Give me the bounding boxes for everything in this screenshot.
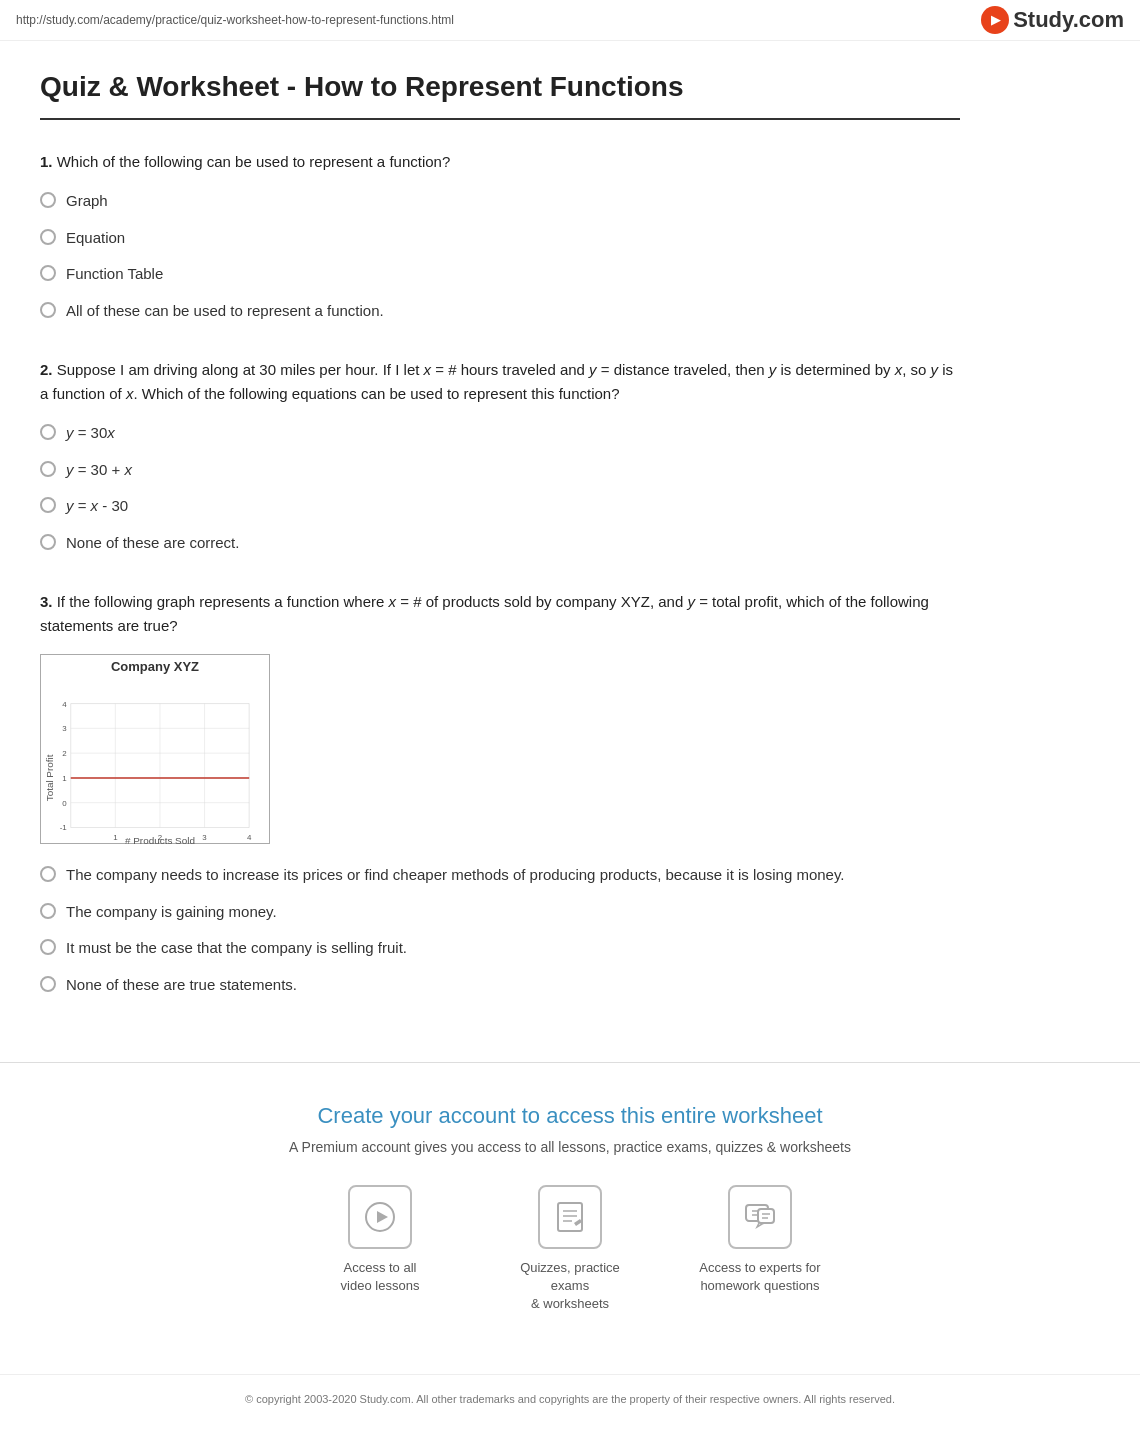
option-label: y = x - 30 [66,495,128,518]
question-2-option-4[interactable]: None of these are correct. [40,532,960,555]
svg-text:0: 0 [62,799,67,808]
option-label: Graph [66,190,108,213]
experts-icon [728,1185,792,1249]
question-1-option-4[interactable]: All of these can be used to represent a … [40,300,960,323]
logo[interactable]: ▶ Study.com [981,6,1124,34]
feature-label: Quizzes, practice exams& worksheets [505,1259,635,1314]
question-3-text: 3. If the following graph represents a f… [40,590,960,638]
radio-2-4[interactable] [40,534,56,550]
radio-3-2[interactable] [40,903,56,919]
radio-3-3[interactable] [40,939,56,955]
feature-video: Access to allvideo lessons [315,1185,445,1314]
graph-container: Company XYZ Total Profit [40,654,270,844]
option-label: The company is gaining money. [66,901,277,924]
option-label: Function Table [66,263,163,286]
question-1-option-2[interactable]: Equation [40,227,960,250]
feature-experts: Access to experts forhomework questions [695,1185,825,1314]
question-2-option-3[interactable]: y = x - 30 [40,495,960,518]
question-3: 3. If the following graph represents a f… [40,590,960,996]
question-1-option-1[interactable]: Graph [40,190,960,213]
radio-2-3[interactable] [40,497,56,513]
main-content: Quiz & Worksheet - How to Represent Func… [0,41,1000,1062]
option-label: y = 30x [66,422,115,445]
feature-quizzes: Quizzes, practice exams& worksheets [505,1185,635,1314]
option-label: None of these are true statements. [66,974,297,997]
option-label: The company needs to increase its prices… [66,864,844,887]
svg-marker-23 [377,1211,388,1223]
features-row: Access to allvideo lessons Quizzes, prac… [20,1185,1120,1314]
cta-title: Create your account to access this entir… [20,1103,1120,1129]
feature-label: Access to allvideo lessons [315,1259,445,1295]
question-2-number: 2. [40,361,53,378]
cta-section: Create your account to access this entir… [0,1062,1140,1374]
graph-svg: Total Profit # Products Sold [41,674,269,862]
question-1-number: 1. [40,153,53,170]
svg-text:3: 3 [202,833,207,842]
feature-label: Access to experts forhomework questions [695,1259,825,1295]
svg-text:1: 1 [113,833,118,842]
url-display: http://study.com/academy/practice/quiz-w… [16,13,454,27]
radio-2-2[interactable] [40,461,56,477]
radio-2-1[interactable] [40,424,56,440]
radio-1-4[interactable] [40,302,56,318]
question-2-text: 2. Suppose I am driving along at 30 mile… [40,358,960,406]
footer-text: © copyright 2003-2020 Study.com. All oth… [245,1393,895,1405]
option-label: None of these are correct. [66,532,239,555]
svg-text:2: 2 [158,833,162,842]
option-label: It must be the case that the company is … [66,937,407,960]
question-3-option-1[interactable]: The company needs to increase its prices… [40,864,960,887]
page-title: Quiz & Worksheet - How to Represent Func… [40,71,960,120]
question-1-text: 1. Which of the following can be used to… [40,150,960,174]
footer: © copyright 2003-2020 Study.com. All oth… [0,1374,1140,1425]
question-1: 1. Which of the following can be used to… [40,150,960,322]
quizzes-icon [538,1185,602,1249]
question-3-option-2[interactable]: The company is gaining money. [40,901,960,924]
cta-subtitle: A Premium account gives you access to al… [20,1139,1120,1155]
y-axis-label: Total Profit [44,754,55,801]
radio-3-4[interactable] [40,976,56,992]
question-1-option-3[interactable]: Function Table [40,263,960,286]
svg-text:-1: -1 [60,823,68,832]
radio-3-1[interactable] [40,866,56,882]
logo-icon: ▶ [981,6,1009,34]
option-label: All of these can be used to represent a … [66,300,384,323]
svg-text:3: 3 [62,724,67,733]
svg-text:4: 4 [62,700,67,709]
option-label: Equation [66,227,125,250]
logo-text: Study.com [1013,7,1124,33]
question-3-option-3[interactable]: It must be the case that the company is … [40,937,960,960]
option-label: y = 30 + x [66,459,132,482]
graph-title: Company XYZ [41,655,269,674]
svg-text:1: 1 [62,774,67,783]
svg-text:2: 2 [62,749,66,758]
radio-1-1[interactable] [40,192,56,208]
svg-rect-24 [558,1203,582,1231]
radio-1-3[interactable] [40,265,56,281]
question-3-number: 3. [40,593,53,610]
question-2: 2. Suppose I am driving along at 30 mile… [40,358,960,554]
video-icon [348,1185,412,1249]
svg-text:4: 4 [247,833,252,842]
radio-1-2[interactable] [40,229,56,245]
top-bar: http://study.com/academy/practice/quiz-w… [0,0,1140,41]
question-3-option-4[interactable]: None of these are true statements. [40,974,960,997]
question-2-option-1[interactable]: y = 30x [40,422,960,445]
question-2-option-2[interactable]: y = 30 + x [40,459,960,482]
svg-rect-31 [758,1209,774,1223]
